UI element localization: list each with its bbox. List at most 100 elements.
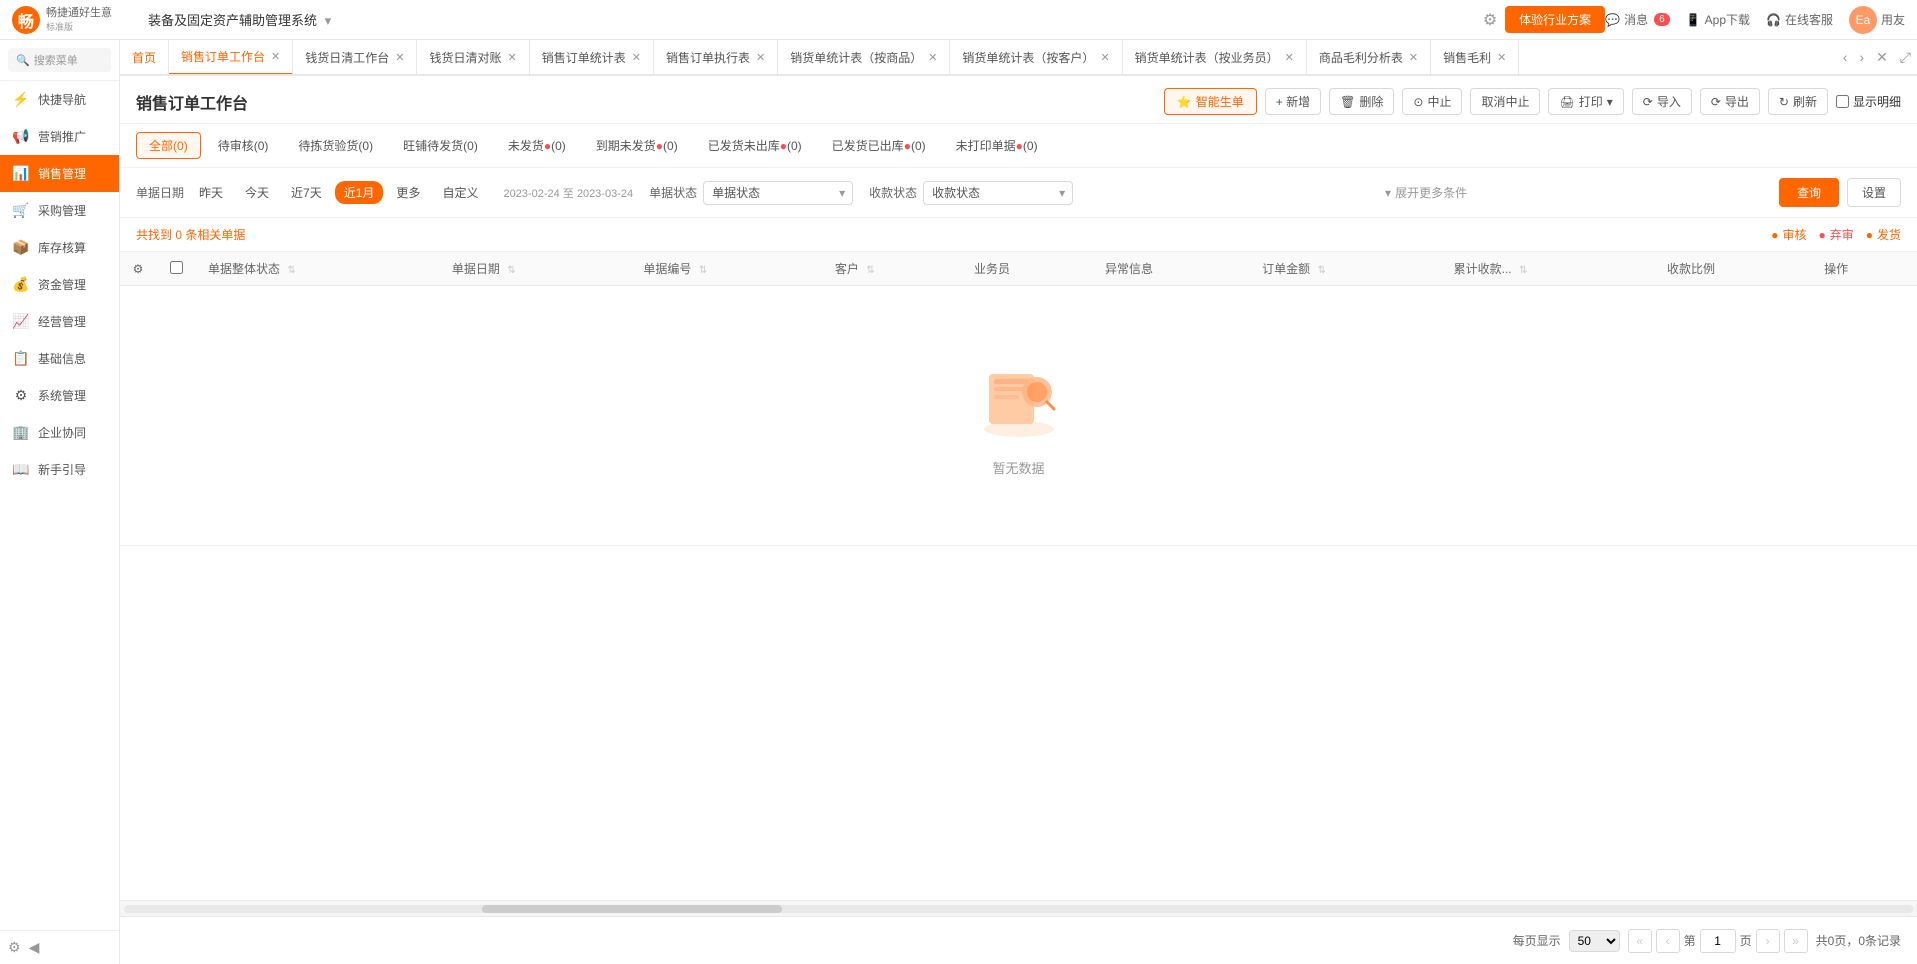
sidebar-item-finance[interactable]: 💰 资金管理 [0,266,119,303]
tab-close-cash-clear[interactable]: ✕ [395,51,404,64]
tab-close-sale-sum-staff[interactable]: ✕ [1285,51,1294,64]
smart-gen-btn[interactable]: ⭐ 智能生单 [1164,88,1257,115]
filter-tab-pending-review[interactable]: 待审核(0) [205,132,282,159]
page-input[interactable] [1700,929,1736,953]
sidebar-item-enterprise[interactable]: 🏢 企业协同 [0,414,119,451]
sort-status-icon[interactable]: ⇅ [287,265,295,276]
scroll-bar-track[interactable] [124,905,1913,913]
sidebar-item-marketing[interactable]: 📢 营销推广 [0,118,119,155]
cancel-stop-btn[interactable]: 取消中止 [1470,88,1540,115]
app-download-btn[interactable]: 📱 App下载 [1686,11,1750,28]
sidebar-search[interactable]: 🔍 搜索菜单 [0,40,119,81]
filter-setting-btn[interactable]: 设置 [1847,178,1901,207]
sort-date-icon[interactable]: ⇅ [507,265,515,276]
query-btn[interactable]: 查询 [1779,178,1839,207]
online-service-btn[interactable]: 🎧 在线客服 [1766,11,1833,28]
tab-close-all-btn[interactable]: ✕ [1870,49,1894,66]
tab-sales-profit[interactable]: 销售毛利 ✕ [1431,40,1519,75]
filter-tab-pending-inspect[interactable]: 待拣货验货(0) [285,132,386,159]
import-btn[interactable]: ⟳ 导入 [1632,88,1692,115]
date-btn-more[interactable]: 更多 [387,181,429,204]
payment-select[interactable]: 收款状态 [923,181,1073,205]
tab-cash-clear[interactable]: 钱货日清工作台 ✕ [293,40,417,75]
filter-tab-not-printed[interactable]: 未打印单据●(0) [943,132,1051,159]
cancel-review-action-btn[interactable]: ● 弃审 [1818,226,1853,243]
tab-sales-order[interactable]: 销售订单工作台 ✕ [169,40,293,75]
filter-tab-shipped-not-out[interactable]: 已发货未出库●(0) [695,132,815,159]
tab-next-btn[interactable]: › [1853,49,1870,65]
filter-tab-not-shipped[interactable]: 未发货●(0) [495,132,579,159]
export-btn[interactable]: ⟳ 导出 [1700,88,1760,115]
tab-sales-exec[interactable]: 销售订单执行表 ✕ [654,40,778,75]
stop-btn[interactable]: ⊙ 中止 [1402,88,1462,115]
first-page-btn[interactable]: « [1628,929,1652,953]
filter-tab-shipped-out[interactable]: 已发货已出库●(0) [819,132,939,159]
date-btn-yesterday[interactable]: 昨天 [190,181,232,204]
sort-number-icon[interactable]: ⇅ [699,265,707,276]
tab-sale-sum-staff[interactable]: 销货单统计表（按业务员） ✕ [1123,40,1307,75]
message-btn[interactable]: 💬 消息 6 [1605,11,1670,28]
add-btn[interactable]: + 新增 [1265,88,1321,115]
prev-page-btn[interactable]: ‹ [1656,929,1680,953]
user-menu[interactable]: Ea 用友 [1849,6,1905,34]
print-btn[interactable]: 🖨 打印 ▾ [1548,88,1623,115]
select-all-checkbox[interactable] [170,261,183,274]
tab-close-margin[interactable]: ✕ [1409,51,1418,64]
sidebar-item-operation[interactable]: 📈 经营管理 [0,303,119,340]
tab-sales-stat[interactable]: 销售订单统计表 ✕ [530,40,654,75]
sidebar-item-quick-nav[interactable]: ⚡ 快捷导航 [0,81,119,118]
ship-action-btn[interactable]: ● 发货 [1866,226,1901,243]
tab-home[interactable]: 首页 [120,40,169,75]
date-btn-1month[interactable]: 近1月 [335,181,384,204]
sort-received-icon[interactable]: ⇅ [1519,265,1527,276]
tab-close-cash-reconcile[interactable]: ✕ [508,51,517,64]
tab-close-sales-order[interactable]: ✕ [271,50,280,63]
settings-icon[interactable]: ⚙ [1483,10,1497,30]
sidebar-item-basic-info[interactable]: 📋 基础信息 [0,340,119,377]
date-filter: 单据日期 昨天 今天 近7天 近1月 更多 自定义 [136,181,487,204]
filter-tab-wangpu[interactable]: 旺铺待发货(0) [390,132,491,159]
show-detail-label[interactable]: 显示明细 [1836,93,1901,110]
date-btn-7days[interactable]: 近7天 [282,181,331,204]
sidebar-item-system[interactable]: ⚙ 系统管理 [0,377,119,414]
tab-close-sales-exec[interactable]: ✕ [756,51,765,64]
date-btn-today[interactable]: 今天 [236,181,278,204]
tab-margin[interactable]: 商品毛利分析表 ✕ [1307,40,1431,75]
tab-close-sale-sum-customer[interactable]: ✕ [1100,51,1109,64]
next-page-btn[interactable]: › [1756,929,1780,953]
sort-amount-icon[interactable]: ⇅ [1317,265,1325,276]
col-settings-icon[interactable]: ⚙ [133,262,144,276]
tab-sale-sum-customer[interactable]: 销货单统计表（按客户） ✕ [950,40,1122,75]
status-select[interactable]: 单据状态 [703,181,853,205]
last-page-btn[interactable]: » [1784,929,1808,953]
date-btn-custom[interactable]: 自定义 [433,181,487,204]
tab-prev-btn[interactable]: ‹ [1837,49,1854,65]
filter-tab-overdue[interactable]: 到期未发货●(0) [583,132,691,159]
review-action-btn[interactable]: ● 审核 [1771,226,1806,243]
tab-expand-btn[interactable]: ⤢ [1894,49,1917,66]
tab-close-sales-profit[interactable]: ✕ [1497,51,1506,64]
tab-close-sale-sum-product[interactable]: ✕ [928,51,937,64]
sidebar-settings-btn[interactable]: ⚙ [8,939,21,956]
sidebar-item-inventory[interactable]: 📦 库存核算 [0,229,119,266]
sidebar-item-sales[interactable]: 📊 销售管理 [0,155,119,192]
sidebar-item-guide[interactable]: 📖 新手引导 [0,451,119,488]
expand-filter-btn[interactable]: ▾ 展开更多条件 [1385,184,1467,201]
filter-tab-all[interactable]: 全部(0) [136,132,201,159]
refresh-btn[interactable]: ↻ 刷新 [1768,88,1828,115]
show-detail-checkbox[interactable] [1836,95,1849,108]
scroll-bar-thumb[interactable] [482,905,782,913]
tab-cash-reconcile[interactable]: 钱货日清对账 ✕ [417,40,529,75]
dropdown-arrow-icon[interactable]: ▾ [325,13,332,28]
empty-row: 暂无数据 [120,286,1917,546]
per-page-select[interactable]: 50 10 20 100 [1569,930,1620,952]
sort-customer-icon[interactable]: ⇅ [866,265,874,276]
trial-btn[interactable]: 体验行业方案 [1505,6,1605,33]
delete-btn[interactable]: 🗑 删除 [1329,88,1394,115]
tab-close-sales-stat[interactable]: ✕ [632,51,641,64]
sidebar-collapse-btn[interactable]: ◀ [29,939,40,956]
table-header-row: ⚙ 单据整体状态 ⇅ 单据日期 ⇅ [120,252,1917,286]
search-input-area[interactable]: 🔍 搜索菜单 [8,48,111,72]
tab-sale-sum-product[interactable]: 销货单统计表（按商品） ✕ [778,40,950,75]
sidebar-item-purchase[interactable]: 🛒 采购管理 [0,192,119,229]
